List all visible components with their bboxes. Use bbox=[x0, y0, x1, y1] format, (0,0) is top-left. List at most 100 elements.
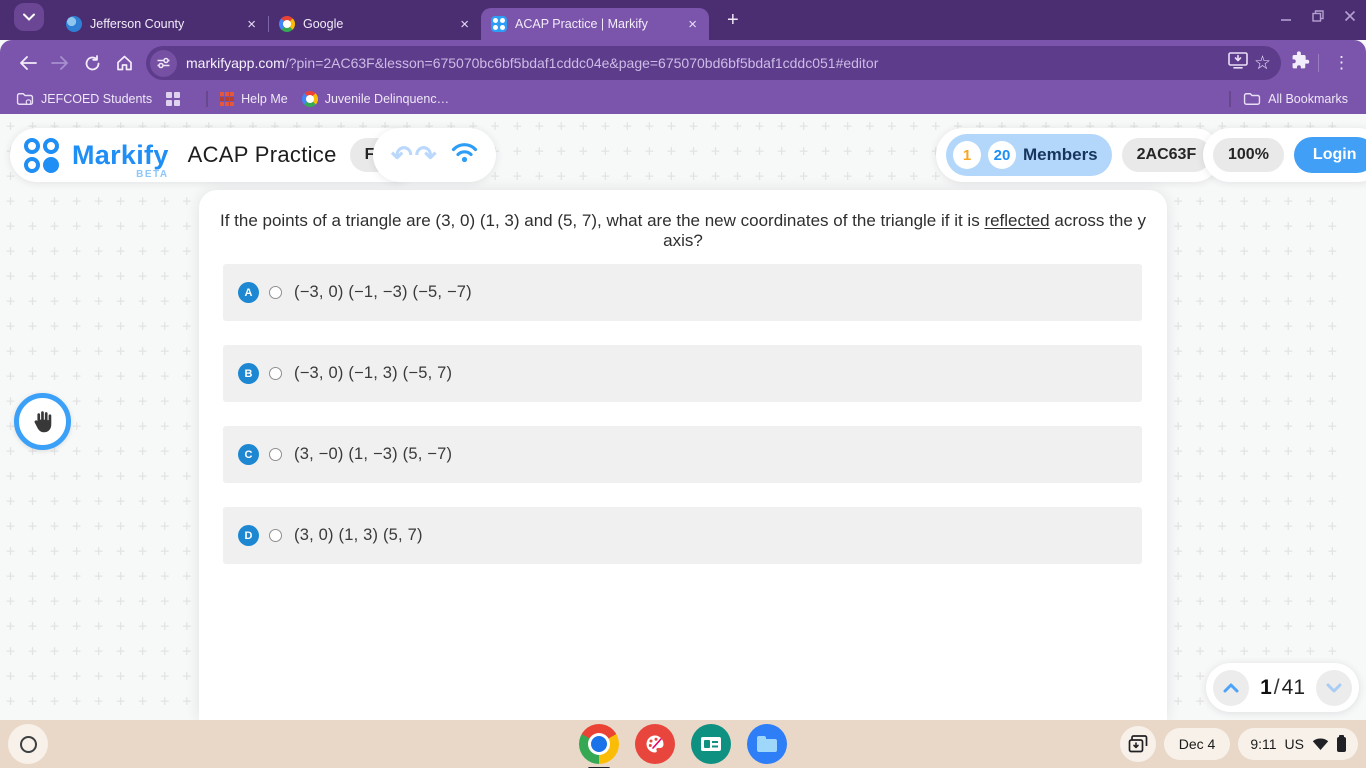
install-app-icon[interactable] bbox=[1228, 52, 1248, 74]
system-shelf: Dec 4 9:11 US bbox=[0, 720, 1366, 768]
canvas-app-icon[interactable] bbox=[635, 724, 675, 764]
back-button[interactable] bbox=[12, 47, 44, 79]
brand-name: Markify bbox=[72, 139, 169, 170]
browser-tab-strip: Jefferson County × Google × ACAP Practic… bbox=[0, 0, 1366, 40]
toolbar-divider bbox=[1318, 54, 1319, 72]
bookmark-star-icon[interactable]: ☆ bbox=[1254, 54, 1271, 73]
option-letter-badge: C bbox=[238, 444, 259, 465]
new-tab-button[interactable]: + bbox=[721, 9, 745, 32]
page-navigator: 1/41 bbox=[1206, 663, 1359, 712]
site-settings-icon[interactable] bbox=[150, 49, 177, 77]
tab-acap-practice-active[interactable]: ACAP Practice | Markify × bbox=[481, 8, 709, 40]
bookmarks-divider bbox=[206, 91, 209, 107]
option-letter-badge: D bbox=[238, 525, 259, 546]
question-underlined-word: reflected bbox=[984, 211, 1050, 230]
option-text: (3, 0) (1, 3) (5, 7) bbox=[294, 526, 423, 544]
lesson-title: ACAP Practice bbox=[187, 142, 337, 167]
chevron-down-icon bbox=[1326, 683, 1342, 692]
answer-option-a[interactable]: A (−3, 0) (−1, −3) (−5, −7) bbox=[223, 264, 1142, 321]
option-radio-button[interactable] bbox=[269, 367, 282, 380]
members-pill[interactable]: 1 20 Members bbox=[946, 134, 1112, 176]
battery-icon bbox=[1337, 734, 1346, 752]
app-header-members: 1 20 Members 2AC63F bbox=[936, 128, 1222, 182]
bookmark-help-me[interactable]: Help Me bbox=[220, 92, 288, 106]
extensions-icon[interactable] bbox=[1291, 51, 1310, 75]
folder-icon bbox=[757, 736, 777, 752]
status-tray[interactable]: 9:11 US bbox=[1238, 728, 1358, 760]
url-text[interactable]: markifyapp.com/?pin=2AC63F&lesson=675070… bbox=[186, 55, 1228, 71]
screen-capture-button[interactable] bbox=[1119, 726, 1156, 762]
tab-close-icon[interactable]: × bbox=[684, 16, 701, 33]
tab-close-icon[interactable]: × bbox=[456, 16, 473, 33]
chevron-up-icon bbox=[1223, 683, 1239, 692]
reload-button[interactable] bbox=[76, 47, 108, 79]
app-header-right: 100% Login bbox=[1203, 128, 1366, 182]
option-letter-badge: B bbox=[238, 363, 259, 384]
zoom-level[interactable]: 100% bbox=[1213, 138, 1284, 172]
undo-icon[interactable]: ↶ bbox=[391, 142, 413, 168]
question-text: If the points of a triangle are (3, 0) (… bbox=[219, 211, 1147, 250]
markify-favicon bbox=[491, 16, 507, 32]
raised-hand-icon bbox=[34, 410, 51, 432]
tab-jefferson-county[interactable]: Jefferson County × bbox=[56, 8, 268, 40]
option-text: (3, −0) (1, −3) (5, −7) bbox=[294, 445, 453, 463]
answer-option-c[interactable]: C (3, −0) (1, −3) (5, −7) bbox=[223, 426, 1142, 483]
jefferson-county-favicon bbox=[66, 16, 82, 32]
next-page-button[interactable] bbox=[1316, 669, 1352, 706]
markify-logo bbox=[24, 137, 59, 173]
palette-icon bbox=[646, 735, 664, 753]
option-radio-button[interactable] bbox=[269, 448, 282, 461]
browser-toolbar: markifyapp.com/?pin=2AC63F&lesson=675070… bbox=[0, 40, 1366, 86]
tab-google[interactable]: Google × bbox=[269, 8, 481, 40]
files-app-icon[interactable] bbox=[747, 724, 787, 764]
tab-search-button[interactable] bbox=[14, 3, 44, 31]
google-favicon bbox=[301, 91, 318, 107]
close-window-button[interactable] bbox=[1344, 10, 1356, 24]
browser-menu-icon[interactable]: ⋮ bbox=[1327, 53, 1356, 73]
redo-icon[interactable]: ↷ bbox=[415, 142, 437, 168]
board-icon bbox=[701, 737, 721, 751]
previous-page-button[interactable] bbox=[1213, 669, 1250, 706]
raise-hand-button[interactable] bbox=[14, 393, 71, 450]
beta-badge: BETA bbox=[136, 168, 169, 180]
launcher-button[interactable] bbox=[8, 724, 48, 764]
tab-title: Jefferson County bbox=[90, 17, 185, 31]
answer-options: A (−3, 0) (−1, −3) (−5, −7) B (−3, 0) (−… bbox=[223, 264, 1142, 564]
classroom-app-icon[interactable] bbox=[691, 724, 731, 764]
bookmark-juvenile-delinquency[interactable]: Juvenile Delinquenc… bbox=[301, 91, 449, 107]
google-favicon bbox=[279, 16, 295, 32]
all-bookmarks-button[interactable]: All Bookmarks bbox=[1243, 92, 1348, 106]
connection-wifi-icon bbox=[451, 142, 478, 168]
bookmarks-bar: JEFCOED Students Help Me Juvenile Delinq… bbox=[0, 86, 1366, 114]
app-header-tools: ↶ ↷ bbox=[373, 128, 496, 182]
question-card: If the points of a triangle are (3, 0) (… bbox=[199, 190, 1167, 720]
answer-option-d[interactable]: D (3, 0) (1, 3) (5, 7) bbox=[223, 507, 1142, 564]
option-radio-button[interactable] bbox=[269, 529, 282, 542]
minimize-button[interactable] bbox=[1280, 10, 1292, 24]
option-letter-badge: A bbox=[238, 282, 259, 303]
clock: 9:11 bbox=[1250, 736, 1277, 752]
apps-shortcut-icon[interactable] bbox=[166, 92, 181, 106]
login-button[interactable]: Login bbox=[1293, 137, 1366, 173]
page-indicator: 1/41 bbox=[1260, 675, 1305, 699]
page-content: ++++++++++++++++++++++++++++++++++++++++… bbox=[0, 114, 1366, 720]
tab-close-icon[interactable]: × bbox=[243, 16, 260, 33]
managed-folder-icon bbox=[16, 93, 34, 105]
wifi-status-icon bbox=[1312, 738, 1329, 750]
forward-button[interactable] bbox=[44, 47, 76, 79]
home-button[interactable] bbox=[108, 47, 140, 79]
launcher-icon bbox=[19, 735, 37, 753]
restore-button[interactable] bbox=[1312, 10, 1324, 24]
bookmarks-divider bbox=[1229, 91, 1232, 107]
address-bar[interactable]: markifyapp.com/?pin=2AC63F&lesson=675070… bbox=[146, 46, 1281, 80]
members-count: 20 bbox=[988, 141, 1016, 169]
chrome-app-icon[interactable] bbox=[579, 724, 619, 768]
screen-capture-icon bbox=[1128, 735, 1148, 753]
date-display[interactable]: Dec 4 bbox=[1163, 728, 1231, 760]
answer-option-b[interactable]: B (−3, 0) (−1, 3) (−5, 7) bbox=[223, 345, 1142, 402]
hands-raised-count: 1 bbox=[953, 141, 981, 169]
room-code[interactable]: 2AC63F bbox=[1121, 138, 1212, 172]
bookmark-jefcoed-students[interactable]: JEFCOED Students bbox=[16, 92, 152, 106]
option-radio-button[interactable] bbox=[269, 286, 282, 299]
option-text: (−3, 0) (−1, 3) (−5, 7) bbox=[294, 364, 453, 382]
